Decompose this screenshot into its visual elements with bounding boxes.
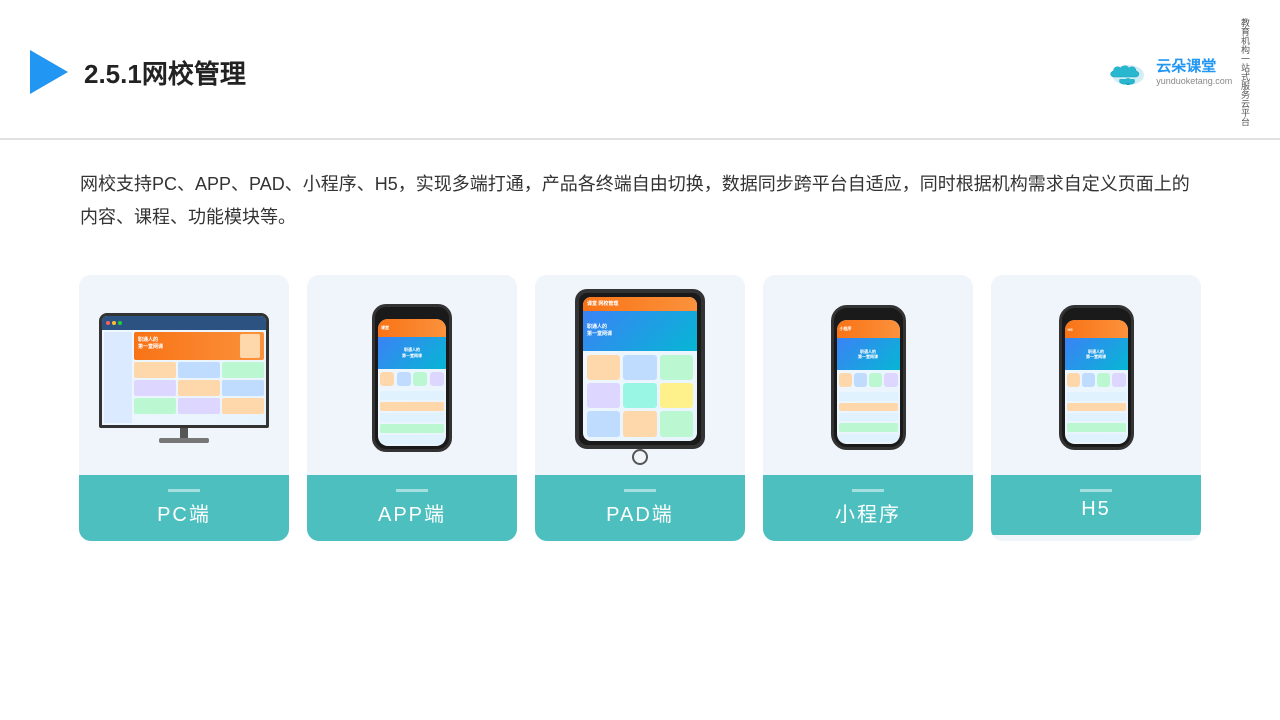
card-pad: 课堂 网校管理 职通人的第一堂网课	[535, 275, 745, 541]
brand-url: yunduoketang.com	[1156, 76, 1232, 87]
header: 2.5.1网校管理 云朵课堂 yunduoketang.com 教育机构一站式服…	[0, 0, 1280, 140]
brand-logo: 云朵课堂 yunduoketang.com 教育机构一站式服务云平台	[1106, 18, 1250, 126]
card-label-h5: H5	[991, 475, 1201, 535]
miniprogram-phone-icon: 小程序 职通人的第一堂网课	[831, 305, 906, 450]
card-app: 课堂 职通人的第一堂网课	[307, 275, 517, 541]
card-image-pc: 职通人的第一堂网课	[79, 275, 289, 475]
logo-triangle-icon	[30, 50, 68, 94]
card-label-app: APP端	[307, 475, 517, 541]
card-image-pad: 课堂 网校管理 职通人的第一堂网课	[535, 275, 745, 475]
page-title: 2.5.1网校管理	[84, 54, 246, 91]
card-image-app: 课堂 职通人的第一堂网课	[307, 275, 517, 475]
card-label-pc: PC端	[79, 475, 289, 541]
card-h5: H5 职通人的第一堂网课	[991, 275, 1201, 541]
header-left: 2.5.1网校管理	[30, 50, 246, 94]
card-image-h5: H5 职通人的第一堂网课	[991, 275, 1201, 475]
description-text: 网校支持PC、APP、PAD、小程序、H5，实现多端打通，产品各终端自由切换，数…	[0, 140, 1280, 245]
app-phone-icon: 课堂 职通人的第一堂网课	[372, 304, 452, 452]
cloud-icon	[1106, 57, 1150, 87]
header-right: 云朵课堂 yunduoketang.com 教育机构一站式服务云平台	[1106, 18, 1250, 126]
pc-device-icon: 职通人的第一堂网课	[99, 313, 269, 443]
cards-container: 职通人的第一堂网课	[0, 245, 1280, 571]
card-label-miniprogram: 小程序	[763, 475, 973, 541]
brand-text: 云朵课堂 yunduoketang.com	[1156, 58, 1232, 87]
card-image-miniprogram: 小程序 职通人的第一堂网课	[763, 275, 973, 475]
brand-slogan: 教育机构一站式服务云平台	[1238, 18, 1250, 126]
brand-name: 云朵课堂	[1156, 58, 1216, 76]
h5-phone-icon: H5 职通人的第一堂网课	[1059, 305, 1134, 450]
card-label-pad: PAD端	[535, 475, 745, 541]
card-pc: 职通人的第一堂网课	[79, 275, 289, 541]
pad-device-icon: 课堂 网校管理 职通人的第一堂网课	[575, 289, 705, 467]
card-miniprogram: 小程序 职通人的第一堂网课	[763, 275, 973, 541]
